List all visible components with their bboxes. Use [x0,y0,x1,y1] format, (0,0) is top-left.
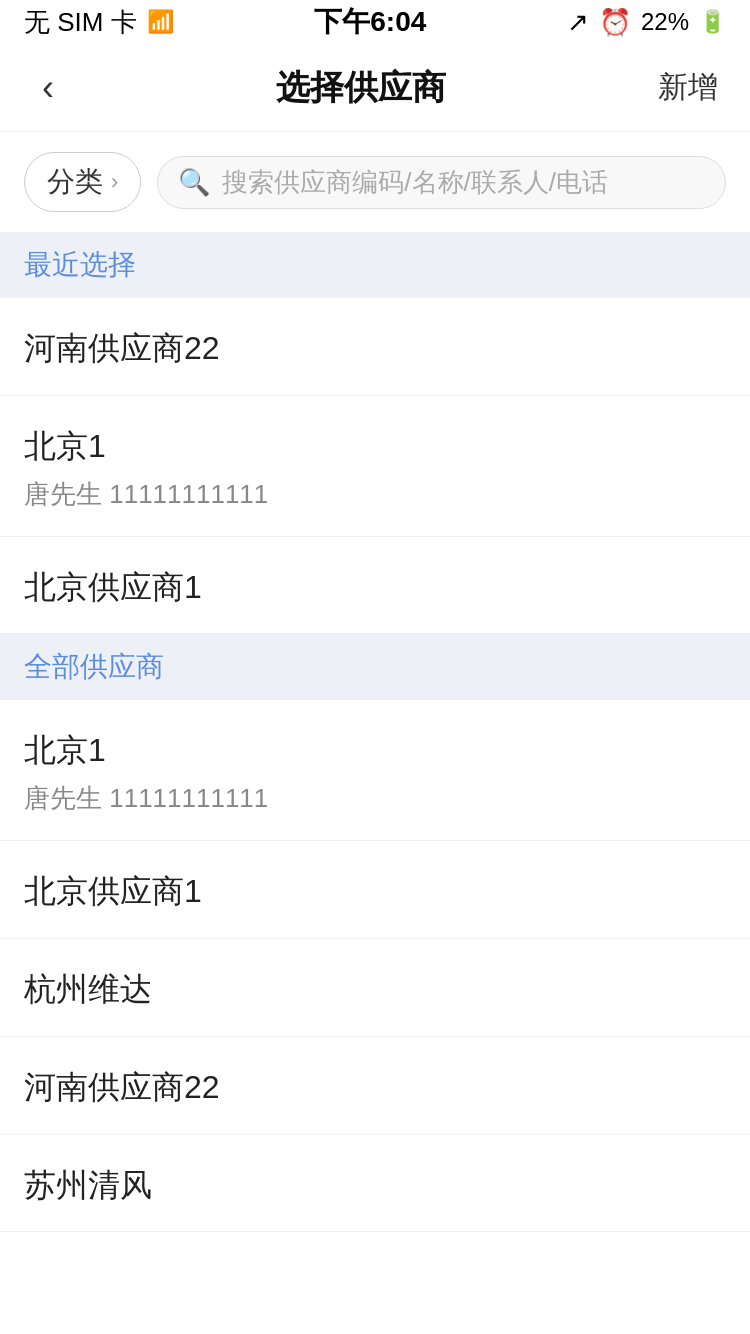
status-left: 无 SIM 卡 📶 [24,5,174,40]
item-name: 苏州清风 [24,1163,726,1208]
list-item[interactable]: 北京供应商1 [0,841,750,939]
list-item[interactable]: 北京供应商1 [0,537,750,635]
item-sub: 唐先生 11111111111 [24,781,726,816]
list-item[interactable]: 苏州清风 [0,1135,750,1233]
list-item[interactable]: 北京1 唐先生 11111111111 [0,700,750,841]
all-section-label: 全部供应商 [24,651,164,682]
chevron-right-icon: › [111,169,118,195]
list-item[interactable]: 北京1 唐先生 11111111111 [0,396,750,537]
item-name: 河南供应商22 [24,326,726,371]
item-name: 北京1 [24,424,726,469]
recent-section-label: 最近选择 [24,249,136,280]
no-sim-label: 无 SIM 卡 [24,5,137,40]
item-name: 河南供应商22 [24,1065,726,1110]
list-item[interactable]: 河南供应商22 [0,298,750,396]
recent-items-list: 河南供应商22 北京1 唐先生 11111111111 北京供应商1 [0,298,750,634]
item-sub: 唐先生 11111111111 [24,477,726,512]
list-item[interactable]: 杭州维达 [0,939,750,1037]
all-section-header: 全部供应商 [0,634,750,700]
wifi-icon: 📶 [147,9,174,35]
back-button[interactable]: ‹ [32,57,64,119]
item-name: 北京供应商1 [24,869,726,914]
status-bar: 无 SIM 卡 📶 下午6:04 ↗ ⏰ 22% 🔋 [0,0,750,44]
status-time: 下午6:04 [314,3,426,41]
status-right: ↗ ⏰ 22% 🔋 [567,7,726,38]
item-name: 北京1 [24,728,726,773]
search-input[interactable] [222,167,705,198]
recent-section-header: 最近选择 [0,232,750,298]
alarm-icon: ⏰ [599,7,631,38]
filter-row: 分类 › 🔍 [0,132,750,232]
list-item[interactable]: 河南供应商22 [0,1037,750,1135]
category-label: 分类 [47,163,103,201]
item-name: 杭州维达 [24,967,726,1012]
search-icon: 🔍 [178,167,210,198]
battery-icon: 🔋 [699,9,726,35]
location-icon: ↗ [567,7,589,38]
category-button[interactable]: 分类 › [24,152,141,212]
search-box: 🔍 [157,156,726,209]
battery-label: 22% [641,8,689,36]
nav-bar: ‹ 选择供应商 新增 [0,44,750,132]
new-action-button[interactable]: 新增 [658,67,718,108]
all-items-list: 北京1 唐先生 11111111111 北京供应商1 杭州维达河南供应商22 苏州清风 [0,700,750,1232]
item-name: 北京供应商1 [24,565,726,610]
page-title: 选择供应商 [276,65,446,111]
